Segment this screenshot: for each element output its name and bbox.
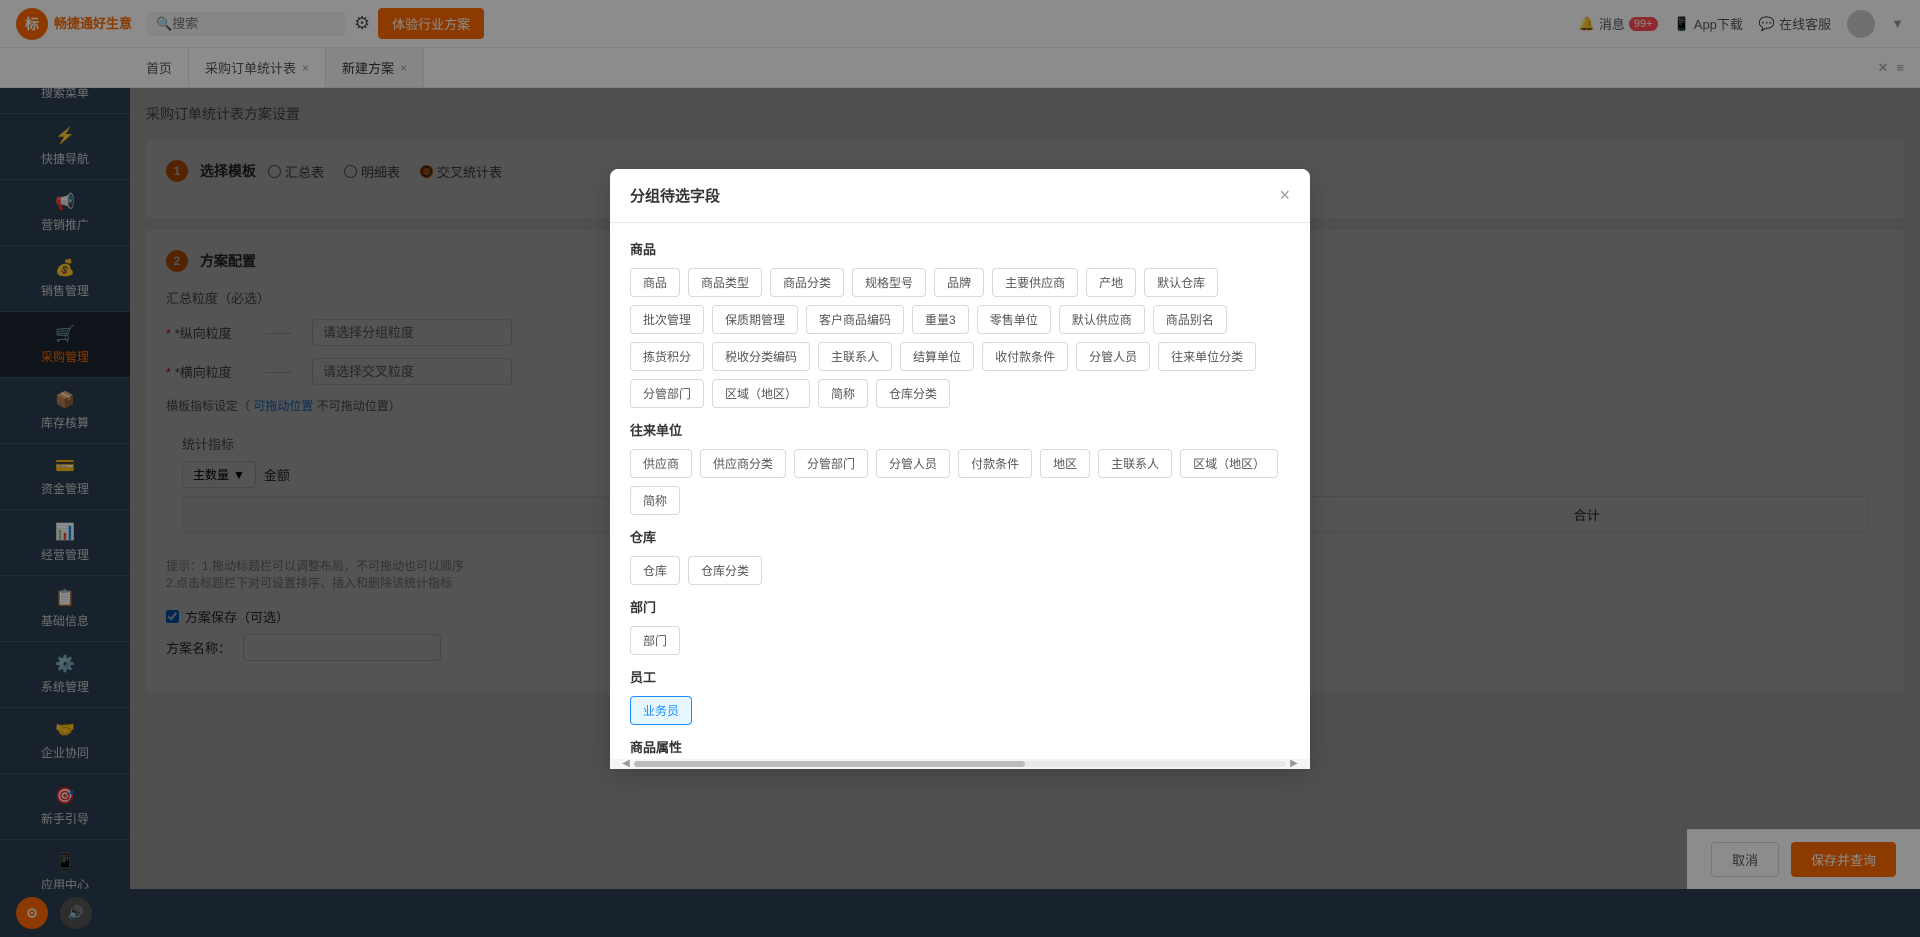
field-tag-主联系人[interactable]: 主联系人 — [1098, 449, 1172, 478]
scroll-thumb — [634, 761, 1025, 767]
field-tag-仓库分类[interactable]: 仓库分类 — [876, 379, 950, 408]
section-title-warehouse: 仓库 — [630, 527, 1290, 546]
field-tag-分管部门[interactable]: 分管部门 — [794, 449, 868, 478]
section-title-department: 部门 — [630, 597, 1290, 616]
field-tag-业务员[interactable]: 业务员 — [630, 696, 692, 725]
modal-scroll-bar: ◀ ▶ — [610, 759, 1310, 769]
field-tag-仓库[interactable]: 仓库 — [630, 556, 680, 585]
field-tag-税收分类编码[interactable]: 税收分类编码 — [712, 342, 810, 371]
modal-overlay: 分组待选字段 × 商品商品商品类型商品分类规格型号品牌主要供应商产地默认仓库批次… — [0, 0, 1920, 937]
field-tag-供应商[interactable]: 供应商 — [630, 449, 692, 478]
scroll-track — [634, 761, 1286, 767]
field-tag-商品[interactable]: 商品 — [630, 268, 680, 297]
field-grid-staff: 业务员 — [630, 696, 1290, 725]
field-tag-收付款条件[interactable]: 收付款条件 — [982, 342, 1068, 371]
field-tag-分管部门[interactable]: 分管部门 — [630, 379, 704, 408]
field-tag-零售单位[interactable]: 零售单位 — [977, 305, 1051, 334]
field-tag-拣货积分[interactable]: 拣货积分 — [630, 342, 704, 371]
field-grid-partner: 供应商供应商分类分管部门分管人员付款条件地区主联系人区域（地区） 简称 — [630, 449, 1290, 515]
field-tag-保质期管理[interactable]: 保质期管理 — [712, 305, 798, 334]
field-tag-分管人员[interactable]: 分管人员 — [876, 449, 950, 478]
field-tag-简称[interactable]: 简称 — [630, 486, 680, 515]
field-tag-部门[interactable]: 部门 — [630, 626, 680, 655]
field-tag-区域（地区）[interactable]: 区域（地区） — [712, 379, 810, 408]
modal-body: 商品商品商品类型商品分类规格型号品牌主要供应商产地默认仓库批次管理保质期管理客户… — [610, 223, 1310, 759]
field-tag-主联系人[interactable]: 主联系人 — [818, 342, 892, 371]
field-tag-重量3[interactable]: 重量3 — [912, 305, 969, 334]
section-title-commodity_attr: 商品属性 — [630, 737, 1290, 756]
field-grid-department: 部门 — [630, 626, 1290, 655]
field-tag-往来单位分类[interactable]: 往来单位分类 — [1158, 342, 1256, 371]
field-tag-默认供应商[interactable]: 默认供应商 — [1059, 305, 1145, 334]
field-tag-商品分类[interactable]: 商品分类 — [770, 268, 844, 297]
field-tag-供应商分类[interactable]: 供应商分类 — [700, 449, 786, 478]
field-tag-简称[interactable]: 简称 — [818, 379, 868, 408]
scroll-left[interactable]: ◀ — [618, 758, 634, 769]
scroll-right[interactable]: ▶ — [1286, 758, 1302, 769]
section-title-commodity: 商品 — [630, 239, 1290, 258]
section-title-staff: 员工 — [630, 667, 1290, 686]
modal-title: 分组待选字段 — [630, 185, 720, 206]
field-tag-商品别名[interactable]: 商品别名 — [1153, 305, 1227, 334]
field-tag-分管人员[interactable]: 分管人员 — [1076, 342, 1150, 371]
field-tag-结算单位[interactable]: 结算单位 — [900, 342, 974, 371]
field-tag-产地[interactable]: 产地 — [1086, 268, 1136, 297]
field-tag-区域（地区）[interactable]: 区域（地区） — [1180, 449, 1278, 478]
field-tag-商品类型[interactable]: 商品类型 — [688, 268, 762, 297]
field-tag-地区[interactable]: 地区 — [1040, 449, 1090, 478]
field-tag-付款条件[interactable]: 付款条件 — [958, 449, 1032, 478]
field-tag-主要供应商[interactable]: 主要供应商 — [992, 268, 1078, 297]
modal-header: 分组待选字段 × — [610, 169, 1310, 223]
field-grid-warehouse: 仓库仓库分类 — [630, 556, 1290, 585]
modal: 分组待选字段 × 商品商品商品类型商品分类规格型号品牌主要供应商产地默认仓库批次… — [610, 169, 1310, 769]
field-grid-commodity: 商品商品类型商品分类规格型号品牌主要供应商产地默认仓库批次管理保质期管理客户商品… — [630, 268, 1290, 408]
field-tag-品牌[interactable]: 品牌 — [934, 268, 984, 297]
field-tag-规格型号[interactable]: 规格型号 — [852, 268, 926, 297]
field-tag-批次管理[interactable]: 批次管理 — [630, 305, 704, 334]
modal-close-btn[interactable]: × — [1279, 185, 1290, 206]
field-tag-客户商品编码[interactable]: 客户商品编码 — [806, 305, 904, 334]
field-tag-默认仓库[interactable]: 默认仓库 — [1144, 268, 1218, 297]
field-tag-仓库分类[interactable]: 仓库分类 — [688, 556, 762, 585]
section-title-partner: 往来单位 — [630, 420, 1290, 439]
